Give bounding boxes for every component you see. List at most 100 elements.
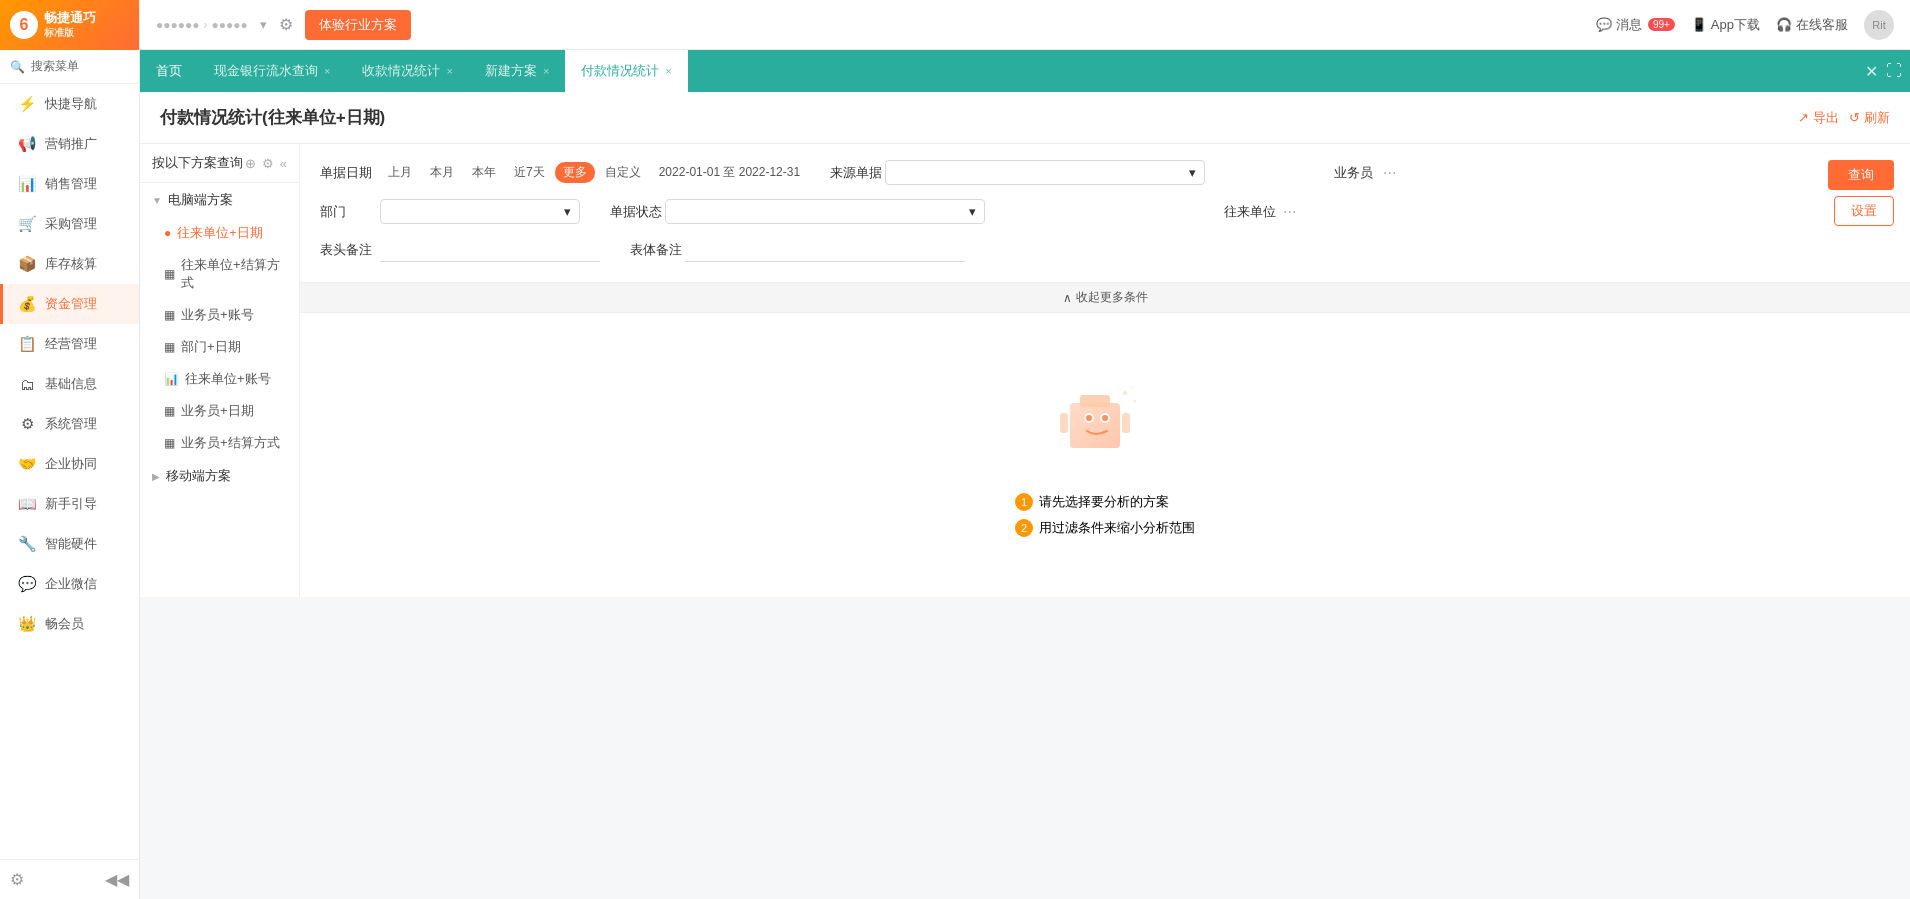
body-note-input[interactable] <box>685 238 965 262</box>
date-btn-7days[interactable]: 近7天 <box>506 161 553 184</box>
scheme-group-mobile-header[interactable]: ▶ 移动端方案 <box>140 459 299 493</box>
scheme-item-5-label: 业务员+日期 <box>181 402 254 420</box>
filter-fields: 单据日期 上月 本月 本年 近7天 更多 自定义 2022-01-01 至 20… <box>300 144 1828 278</box>
scheme-group-desktop-header[interactable]: ▼ 电脑端方案 <box>140 183 299 217</box>
collapse-sidebar-icon[interactable]: ◀◀ <box>105 870 129 889</box>
marketing-icon: 📢 <box>17 134 37 154</box>
body-note-label: 表体备注 <box>630 241 685 259</box>
sidebar-item-enterprise[interactable]: 🤝 企业协同 <box>0 444 139 484</box>
sidebar-item-hardware[interactable]: 🔧 智能硬件 <box>0 524 139 564</box>
date-filter: 上月 本月 本年 近7天 更多 自定义 2022-01-01 至 2022-12… <box>380 161 800 184</box>
collapse-scheme-icon[interactable]: « <box>280 156 287 171</box>
date-btn-this-month[interactable]: 本月 <box>422 161 462 184</box>
tab-home-label: 首页 <box>156 62 182 80</box>
sidebar-item-label: 基础信息 <box>45 375 97 393</box>
settings-btn[interactable]: 设置 <box>1834 196 1894 226</box>
status-select[interactable]: ▾ <box>665 199 985 224</box>
refresh-btn[interactable]: ↺ 刷新 <box>1849 109 1890 127</box>
agent-group: 业务员 ··· <box>1334 164 1808 182</box>
scheme-header-actions: ⊕ ⚙ « <box>245 156 287 171</box>
filter-results: 单据日期 上月 本月 本年 近7天 更多 自定义 2022-01-01 至 20… <box>300 144 1910 597</box>
sidebar-item-marketing[interactable]: 📢 营销推广 <box>0 124 139 164</box>
settings-scheme-icon[interactable]: ⚙ <box>262 156 274 171</box>
tab-bank[interactable]: 现金银行流水查询 × <box>198 50 346 92</box>
messages-label: 消息 <box>1616 16 1642 34</box>
export-btn[interactable]: ↗ 导出 <box>1798 109 1839 127</box>
tab-receipt-close-icon[interactable]: × <box>446 65 452 77</box>
scheme-item-6[interactable]: ▦ 业务员+结算方式 <box>140 427 299 459</box>
hint-1: 1 请先选择要分析的方案 <box>1015 493 1195 511</box>
sidebar-item-basic[interactable]: 🗂 基础信息 <box>0 364 139 404</box>
tab-payment[interactable]: 付款情况统计 × <box>565 50 687 92</box>
tab-home[interactable]: 首页 <box>140 50 198 92</box>
messages-btn[interactable]: 💬 消息 99+ <box>1596 16 1675 34</box>
agent-dots-icon[interactable]: ··· <box>1379 164 1400 182</box>
sidebar-item-label: 智能硬件 <box>45 535 97 553</box>
tab-payment-close-icon[interactable]: × <box>665 65 671 77</box>
date-btn-more[interactable]: 更多 <box>555 162 595 183</box>
empty-hints: 1 请先选择要分析的方案 2 用过滤条件来缩小分析范围 <box>1015 493 1195 537</box>
sidebar-item-operation[interactable]: 📋 经营管理 <box>0 324 139 364</box>
source-group: 来源单据 ▾ <box>830 160 1304 185</box>
settings-bottom-icon[interactable]: ⚙ <box>10 870 24 889</box>
sidebar-item-member[interactable]: 👑 畅会员 <box>0 604 139 644</box>
scheme-item-0-icon: ● <box>164 226 171 240</box>
app-download-btn[interactable]: 📱 App下载 <box>1691 16 1760 34</box>
svg-point-4 <box>1086 415 1092 421</box>
empty-illustration <box>1045 373 1165 473</box>
maximize-icon[interactable]: ⛶ <box>1886 62 1902 80</box>
source-select[interactable]: ▾ <box>885 160 1205 185</box>
system-icon: ⚙ <box>17 414 37 434</box>
svg-rect-0 <box>1070 403 1120 448</box>
hint-1-num: 1 <box>1015 493 1033 511</box>
close-all-tabs-icon[interactable]: ✕ <box>1865 62 1878 81</box>
online-service-btn[interactable]: 🎧 在线客服 <box>1776 16 1848 34</box>
user-avatar[interactable]: Rit <box>1864 10 1894 40</box>
trial-btn[interactable]: 体验行业方案 <box>305 10 411 40</box>
date-btn-custom[interactable]: 自定义 <box>597 161 649 184</box>
scheme-item-0[interactable]: ● 往来单位+日期 <box>140 217 299 249</box>
export-label: 导出 <box>1813 109 1839 127</box>
date-btn-this-year[interactable]: 本年 <box>464 161 504 184</box>
date-btn-last-month[interactable]: 上月 <box>380 161 420 184</box>
search-menu[interactable]: 🔍 搜索菜单 <box>0 50 139 84</box>
sidebar-item-weixin[interactable]: 💬 企业微信 <box>0 564 139 604</box>
header-note-input[interactable] <box>380 238 600 262</box>
sidebar-item-system[interactable]: ⚙ 系统管理 <box>0 404 139 444</box>
tab-new-scheme-close-icon[interactable]: × <box>543 65 549 77</box>
sidebar-item-sales[interactable]: 📊 销售管理 <box>0 164 139 204</box>
page-actions: ↗ 导出 ↺ 刷新 <box>1798 109 1890 127</box>
tab-new-scheme[interactable]: 新建方案 × <box>469 50 565 92</box>
sidebar-logo: 6 畅捷通巧 标准版 <box>0 0 139 50</box>
topbar-settings-icon[interactable]: ⚙ <box>279 15 293 34</box>
scheme-item-2-icon: ▦ <box>164 308 175 322</box>
sidebar-item-capital[interactable]: 💰 资金管理 <box>0 284 139 324</box>
guide-icon: 📖 <box>17 494 37 514</box>
tab-receipt-label: 收款情况统计 <box>362 62 440 80</box>
scheme-item-5[interactable]: ▦ 业务员+日期 <box>140 395 299 427</box>
dropdown-chevron-icon[interactable]: ▾ <box>260 17 267 32</box>
sidebar-item-guide[interactable]: 📖 新手引导 <box>0 484 139 524</box>
scheme-item-1[interactable]: ▦ 往来单位+结算方式 <box>140 249 299 299</box>
dept-select[interactable]: ▾ <box>380 199 580 224</box>
sidebar-item-label: 新手引导 <box>45 495 97 513</box>
query-btn[interactable]: 查询 <box>1828 160 1894 190</box>
partner-dots-icon[interactable]: ··· <box>1279 203 1300 221</box>
svg-point-5 <box>1102 415 1108 421</box>
refresh-icon: ↺ <box>1849 110 1860 125</box>
date-range-value: 2022-01-01 至 2022-12-31 <box>659 164 800 181</box>
tab-receipt[interactable]: 收款情况统计 × <box>346 50 468 92</box>
tab-bank-close-icon[interactable]: × <box>324 65 330 77</box>
collapse-conditions-btn[interactable]: ∧ 收起更多条件 <box>300 282 1910 312</box>
scheme-group-mobile: ▶ 移动端方案 <box>140 459 299 493</box>
sidebar-item-inventory[interactable]: 📦 库存核算 <box>0 244 139 284</box>
mobile-arrow-icon: ▶ <box>152 471 160 482</box>
add-scheme-icon[interactable]: ⊕ <box>245 156 256 171</box>
sidebar-item-purchase[interactable]: 🛒 采购管理 <box>0 204 139 244</box>
sidebar-item-label: 快捷导航 <box>45 95 97 113</box>
scheme-item-4[interactable]: 📊 往来单位+账号 <box>140 363 299 395</box>
status-group: 单据状态 ▾ <box>610 199 1194 224</box>
scheme-item-3[interactable]: ▦ 部门+日期 <box>140 331 299 363</box>
scheme-item-2[interactable]: ▦ 业务员+账号 <box>140 299 299 331</box>
sidebar-item-quick-nav[interactable]: ⚡ 快捷导航 <box>0 84 139 124</box>
